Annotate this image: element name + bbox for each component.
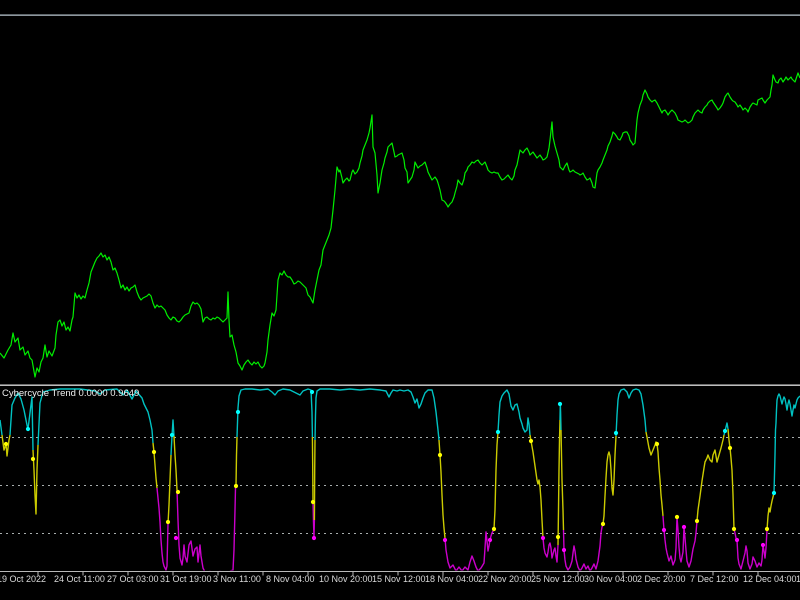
signal-dot-yellow <box>555 534 561 540</box>
price-line <box>0 72 800 378</box>
indicator-segment-cyan <box>236 388 314 438</box>
signal-dot-cyan <box>722 428 728 434</box>
signal-dot-yellow <box>727 445 733 451</box>
time-axis-label: 1 <box>796 574 800 584</box>
indicator-segment-magenta <box>156 487 169 571</box>
signal-dot-magenta <box>173 535 179 541</box>
time-axis: 19 Oct 2022 24 Oct 11:00 27 Oct 03:00 31 Oc… <box>0 574 800 588</box>
signal-dot-yellow <box>600 521 606 527</box>
time-axis-label: 31 Oct 19:00 <box>160 574 212 584</box>
time-axis-label: 27 Oct 03:00 <box>107 574 159 584</box>
signal-dot-magenta <box>681 524 687 530</box>
time-axis-label: 3 Nov 11:00 <box>213 574 261 584</box>
signal-dot-magenta <box>487 537 493 543</box>
time-axis-label: 2 Dec 20:00 <box>637 574 686 584</box>
indicator-segment-magenta <box>176 487 237 571</box>
signal-dot-yellow <box>3 441 9 447</box>
indicator-segment-yellow <box>727 428 735 530</box>
signal-dot-magenta <box>561 547 567 553</box>
signal-dot-yellow <box>694 518 700 524</box>
indicator-segment-cyan <box>0 419 3 436</box>
signal-dot-magenta <box>760 542 766 548</box>
panel-separator[interactable] <box>0 384 800 386</box>
indicator-segment-yellow <box>152 442 158 489</box>
signal-dot-yellow <box>175 489 181 495</box>
indicator-segment-cyan <box>615 388 647 437</box>
indicator-segment-yellow <box>645 431 664 517</box>
signal-dot-yellow <box>233 483 239 489</box>
indicator-segment-yellow <box>311 436 314 503</box>
signal-dot-yellow <box>437 452 443 458</box>
time-axis-label: 24 Oct 11:00 <box>54 574 105 584</box>
signal-dot-cyan <box>235 409 241 415</box>
chart-canvas[interactable] <box>0 0 800 600</box>
indicator-segment-yellow <box>493 431 499 530</box>
signal-dot-magenta <box>540 535 546 541</box>
time-axis-label: 15 Nov 12:00 <box>372 574 426 584</box>
signal-dot-cyan <box>309 389 315 395</box>
signal-dot-cyan <box>771 490 777 496</box>
indicator-segment-cyan <box>9 392 34 451</box>
signal-dot-yellow <box>528 438 534 444</box>
indicator-segment-yellow <box>313 439 316 521</box>
indicator-segment-yellow <box>560 429 565 531</box>
time-axis-label: 22 Nov 20:00 <box>478 574 532 584</box>
trading-chart-window[interactable]: Cybercycle Trend 0.0000 0.9649 19 Oct 20… <box>0 0 800 600</box>
signal-dot-yellow <box>165 519 171 525</box>
time-axis-label: 25 Nov 12:00 <box>531 574 585 584</box>
signal-dot-yellow <box>731 526 737 532</box>
indicator-segment-cyan <box>497 389 531 436</box>
indicator-segment-magenta <box>444 528 495 571</box>
signal-dot-yellow <box>764 526 770 532</box>
indicator-segment-magenta <box>542 537 559 563</box>
time-axis-label: 18 Nov 04:00 <box>425 574 479 584</box>
signal-dot-yellow <box>30 456 36 462</box>
signal-dot-yellow <box>310 499 316 505</box>
indicator-segment-yellow <box>557 419 561 546</box>
time-axis-label: 30 Nov 04:00 <box>584 574 638 584</box>
indicator-segment-yellow <box>766 492 775 531</box>
signal-dot-yellow <box>674 514 680 520</box>
indicator-label: Cybercycle Trend 0.0000 0.9649 <box>2 388 140 399</box>
indicator-segment-yellow <box>602 435 617 525</box>
signal-dot-yellow <box>151 449 157 455</box>
signal-dot-magenta <box>442 537 448 543</box>
signal-dot-cyan <box>169 432 175 438</box>
signal-dot-yellow <box>654 441 660 447</box>
signal-dot-cyan <box>557 401 563 407</box>
indicator-segment-yellow <box>234 436 238 489</box>
time-axis-label: 10 Nov 20:00 <box>319 574 373 584</box>
signal-dot-magenta <box>661 527 667 533</box>
indicator-segment-yellow <box>167 454 172 525</box>
indicator-segment-magenta <box>733 528 768 570</box>
signal-dot-cyan <box>25 426 31 432</box>
time-axis-label: 12 Dec 04:00 <box>743 574 797 584</box>
signal-dot-cyan <box>495 429 501 435</box>
time-axis-label: 19 Oct 2022 <box>0 574 47 584</box>
indicator-segment-magenta <box>562 523 604 571</box>
signal-dot-magenta <box>734 537 740 543</box>
indicator-segment-yellow <box>173 435 178 491</box>
time-axis-label: 7 Dec 12:00 <box>690 574 739 584</box>
signal-dot-yellow <box>491 526 497 532</box>
signal-dot-magenta <box>311 535 317 541</box>
indicator-segment-cyan <box>773 393 800 494</box>
indicator-segment-magenta <box>662 515 698 568</box>
indicator-segment-yellow <box>529 434 544 539</box>
indicator-segment-cyan <box>314 388 440 441</box>
indicator-segment-yellow <box>32 444 39 515</box>
signal-dot-cyan <box>613 430 619 436</box>
indicator-segment-yellow <box>696 434 725 522</box>
time-axis-label: 8 Nov 04:00 <box>266 574 315 584</box>
